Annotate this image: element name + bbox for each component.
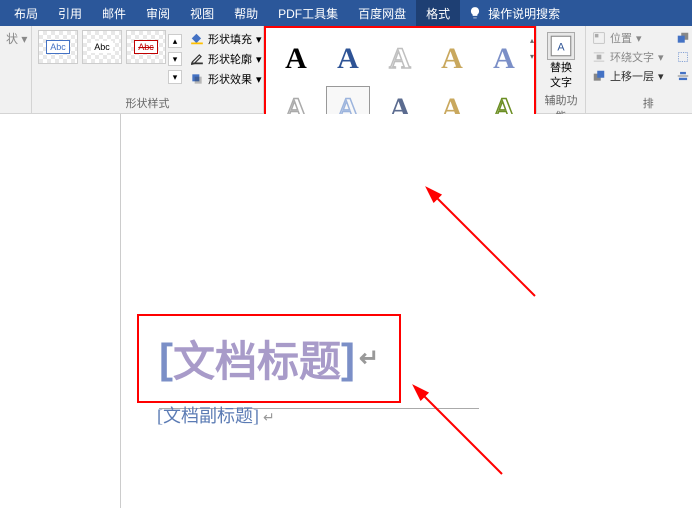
tab-百度网盘[interactable]: 百度网盘 bbox=[348, 0, 416, 26]
style-down-button[interactable]: ▾ bbox=[168, 52, 182, 66]
replace-text-button[interactable]: A 替换 文字 bbox=[543, 30, 579, 92]
wordart-down-icon[interactable]: ▾ bbox=[530, 52, 540, 62]
svg-text:A: A bbox=[557, 41, 565, 53]
wordart-style-0-2[interactable]: A bbox=[378, 36, 422, 82]
tab-bar: 布局引用邮件审阅视图帮助PDF工具集百度网盘格式 操作说明搜索 bbox=[0, 0, 692, 26]
position-icon bbox=[592, 31, 606, 45]
tab-布局[interactable]: 布局 bbox=[4, 0, 48, 26]
document-area[interactable]: [文档标题] ↵ [文档副标题]↵ bbox=[120, 114, 692, 508]
shape-sample-2[interactable]: Abc bbox=[82, 30, 122, 64]
wordart-style-0-1[interactable]: A bbox=[326, 36, 370, 82]
style-more-button[interactable]: ▾ bbox=[168, 70, 182, 84]
wordart-style-0-3[interactable]: A bbox=[430, 36, 474, 82]
tab-帮助[interactable]: 帮助 bbox=[224, 0, 268, 26]
title-highlight-box: [文档标题] ↵ bbox=[137, 314, 401, 403]
wrap-item[interactable]: 环绕文字 ▾ bbox=[592, 49, 664, 65]
lightbulb-icon bbox=[468, 6, 482, 20]
arrange-group: 位置 ▾ 环绕文字 ▾ 上移一层 ▾ 下 选 bbox=[586, 26, 692, 113]
style-up-button[interactable]: ▴ bbox=[168, 34, 182, 48]
wrap-icon bbox=[592, 50, 606, 64]
effects-icon bbox=[190, 72, 204, 86]
shape-outline-item[interactable]: 形状轮廓 ▾ bbox=[190, 50, 262, 68]
position-item[interactable]: 位置 ▾ bbox=[592, 30, 664, 46]
wordart-up-icon[interactable]: ▴ bbox=[530, 36, 540, 46]
shape-effects-item[interactable]: 形状效果 ▾ bbox=[190, 70, 262, 88]
back-item[interactable]: 下 bbox=[676, 30, 692, 46]
forward-icon bbox=[592, 69, 606, 83]
paragraph-mark-icon: ↵ bbox=[263, 411, 275, 426]
align-icon bbox=[676, 69, 690, 83]
document-title[interactable]: [文档标题] ↵ bbox=[159, 328, 379, 389]
document-subtitle[interactable]: [文档副标题]↵ bbox=[157, 402, 275, 428]
tab-格式[interactable]: 格式 bbox=[416, 0, 460, 26]
ribbon: 状 ▾ Abc Abc Abc ▴ ▾ ▾ 形状填充 ▾ 形状轮廓 bbox=[0, 26, 692, 114]
shape-style-nav: ▴ ▾ ▾ bbox=[166, 30, 184, 88]
help-search-text: 操作说明搜索 bbox=[488, 5, 560, 22]
annotation-arrow-2 bbox=[412, 384, 512, 484]
shape-sample-3[interactable]: Abc bbox=[126, 30, 166, 64]
edge-group: 状 ▾ bbox=[0, 26, 32, 113]
paragraph-mark-icon: ↵ bbox=[359, 344, 379, 373]
annotation-arrow-1 bbox=[425, 186, 545, 306]
tab-审阅[interactable]: 审阅 bbox=[136, 0, 180, 26]
replace-text-icon: A bbox=[547, 32, 575, 60]
shape-style-group: Abc Abc Abc ▴ ▾ ▾ 形状填充 ▾ 形状轮廓 ▾ bbox=[32, 26, 264, 113]
shape-state-item[interactable]: 状 ▾ bbox=[6, 30, 25, 47]
wordart-style-0-0[interactable]: A bbox=[274, 36, 318, 82]
help-search[interactable]: 操作说明搜索 bbox=[468, 5, 560, 22]
replace-text-group: A 替换 文字 辅助功能 bbox=[537, 26, 586, 113]
select-pane-item[interactable]: 选 bbox=[676, 49, 692, 65]
shape-style-samples: Abc Abc Abc bbox=[38, 30, 166, 88]
tab-引用[interactable]: 引用 bbox=[48, 0, 92, 26]
bucket-icon bbox=[190, 32, 204, 46]
shape-menu: 形状填充 ▾ 形状轮廓 ▾ 形状效果 ▾ bbox=[190, 30, 262, 88]
shape-style-label: 形状样式 bbox=[38, 95, 257, 111]
tab-邮件[interactable]: 邮件 bbox=[92, 0, 136, 26]
wordart-group: AAAAAAAAAAAAAAA ▴ ▾ bbox=[264, 26, 537, 113]
selection-icon bbox=[676, 50, 690, 64]
wordart-side-handle: ▴ ▾ bbox=[530, 36, 540, 62]
pen-icon bbox=[190, 52, 204, 66]
align-item[interactable]: 对 bbox=[676, 68, 692, 84]
shape-fill-item[interactable]: 形状填充 ▾ bbox=[190, 30, 262, 48]
back-icon bbox=[676, 31, 690, 45]
forward-item[interactable]: 上移一层 ▾ bbox=[592, 68, 664, 84]
arrange-label: 排 bbox=[592, 95, 692, 111]
shape-sample-1[interactable]: Abc bbox=[38, 30, 78, 64]
tab-PDF工具集[interactable]: PDF工具集 bbox=[268, 0, 348, 26]
wordart-style-0-4[interactable]: A bbox=[482, 36, 526, 82]
tab-视图[interactable]: 视图 bbox=[180, 0, 224, 26]
